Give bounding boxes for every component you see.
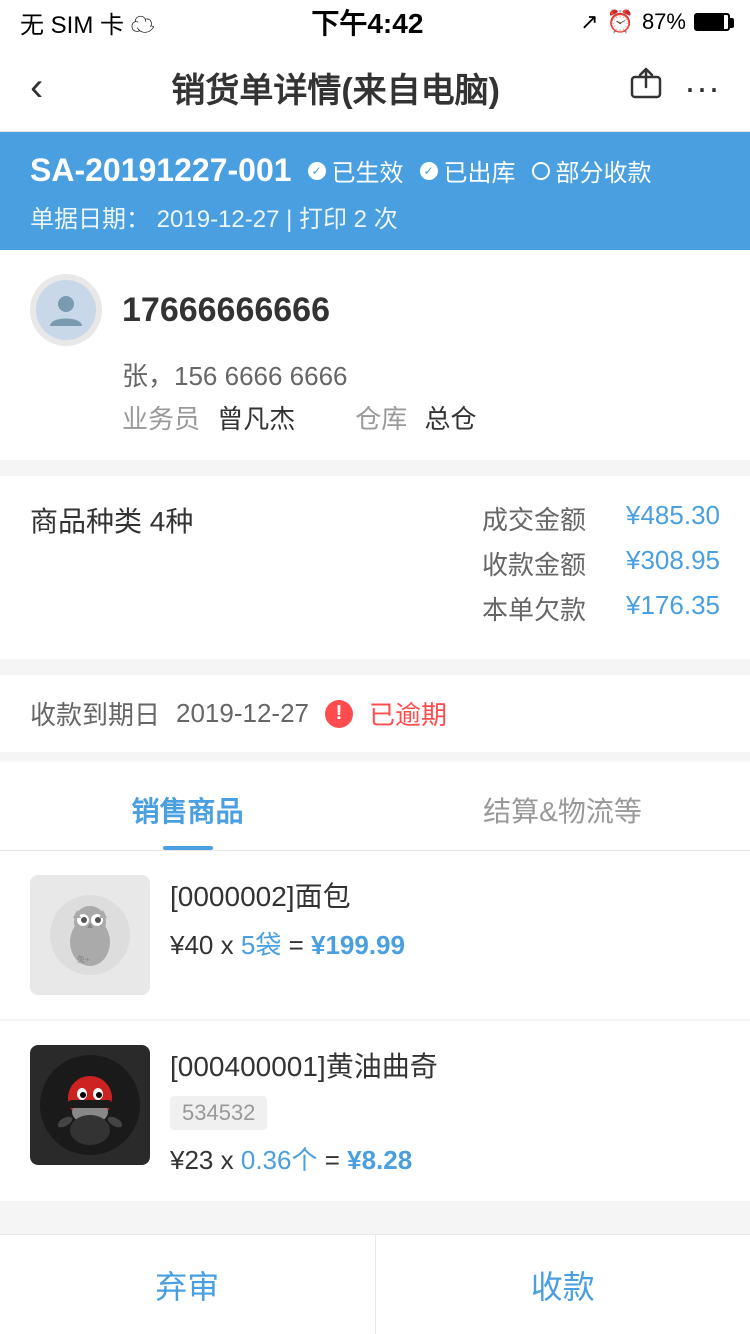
product-tag-2: 534532 (170, 1096, 267, 1130)
product-unit-price-2: ¥23 (170, 1145, 213, 1175)
sales-value: 曾凡杰 (217, 404, 295, 434)
owed-row: 本单欠款 ¥176.35 (482, 590, 720, 627)
status-bar-left: 无 SIM 卡 ☁ (20, 5, 155, 40)
avatar-icon (36, 280, 96, 340)
customer-contact: 张，156 6666 6666 (122, 356, 720, 393)
product-info-2: [000400001]黄油曲奇 534532 ¥23 x 0.36个 = ¥8.… (170, 1045, 720, 1177)
collect-payment-button[interactable]: 收款 (376, 1235, 750, 1334)
product-total-1: ¥199.99 (311, 930, 405, 960)
separator: | (286, 206, 299, 233)
product-image-1: 兔+ (30, 875, 150, 995)
warehouse-value: 总仓 (425, 404, 477, 434)
product-name-1: [0000002]面包 (170, 875, 720, 915)
nav-bar: ‹ 销货单详情(来自电脑) ··· (0, 44, 750, 132)
product-unit-price-1: ¥40 (170, 930, 213, 960)
product-thumbnail-1: 兔+ (30, 875, 150, 995)
product-type-value: 4种 (150, 506, 194, 537)
date-label: 单据日期： (30, 206, 150, 233)
sim-status: 无 SIM 卡 ☁ (20, 5, 155, 40)
table-row: 兔+ [0000002]面包 ¥40 x 5袋 = ¥199.99 (0, 851, 750, 1019)
product-price-2: ¥23 x 0.36个 = ¥8.28 (170, 1140, 720, 1177)
order-date: 2019-12-27 (157, 206, 280, 233)
owed-value: ¥176.35 (626, 590, 720, 627)
overdue-text: 已逾期 (369, 695, 447, 732)
bottom-bar: 弃审 收款 (0, 1234, 750, 1334)
cancel-review-button[interactable]: 弃审 (0, 1235, 376, 1334)
product-list: 兔+ [0000002]面包 ¥40 x 5袋 = ¥199.99 (0, 851, 750, 1201)
product-qty-2: 0.36个 (241, 1145, 318, 1175)
nav-actions: ··· (628, 65, 720, 110)
customer-row: 17666666666 (30, 274, 720, 346)
received-row: 收款金额 ¥308.95 (482, 545, 720, 582)
avatar (30, 274, 102, 346)
battery-icon (694, 13, 730, 31)
amount-row: 成交金额 ¥485.30 (482, 500, 720, 537)
location-icon: ↗ (580, 9, 598, 35)
page-title: 销货单详情(来自电脑) (171, 63, 500, 112)
shipped-icon (420, 162, 438, 180)
amount-value: ¥485.30 (626, 500, 720, 537)
order-date-row: 单据日期： 2019-12-27 | 打印 2 次 (30, 199, 720, 234)
status-shipped: 已出库 (420, 153, 516, 188)
status-bar-time: 下午4:42 (311, 2, 423, 42)
due-date-label: 收款到期日 (30, 695, 160, 732)
received-value: ¥308.95 (626, 545, 720, 582)
customer-section: 17666666666 张，156 6666 6666 业务员 曾凡杰 仓库 总… (0, 250, 750, 460)
product-name-2: [000400001]黄油曲奇 (170, 1045, 720, 1085)
more-button[interactable]: ··· (684, 67, 720, 109)
received-label: 收款金额 (482, 545, 586, 582)
due-date-value: 2019-12-27 (176, 698, 309, 729)
tab-settlement[interactable]: 结算&物流等 (375, 762, 750, 850)
sales-label: 业务员 (122, 404, 200, 434)
product-type-label: 商品种类 (30, 506, 142, 537)
tab-sales-products[interactable]: 销售商品 (0, 762, 375, 850)
customer-phone: 17666666666 (122, 291, 330, 330)
status-bar: 无 SIM 卡 ☁ 下午4:42 ↗ ⏰ 87% (0, 0, 750, 44)
order-status-row: SA-20191227-001 已生效 已出库 部分收款 (30, 152, 720, 189)
summary-section: 商品种类 4种 成交金额 ¥485.30 收款金额 ¥308.95 本单欠款 ¥… (0, 476, 750, 659)
alarm-icon: ⏰ (607, 9, 634, 35)
partial-payment-icon (532, 162, 550, 180)
tabs-bar: 销售商品 结算&物流等 (0, 762, 750, 851)
summary-left: 商品种类 4种 (30, 500, 193, 635)
product-thumbnail-2 (30, 1045, 150, 1165)
product-price-1: ¥40 x 5袋 = ¥199.99 (170, 925, 720, 962)
overdue-icon: ! (325, 700, 353, 728)
print-info: 打印 2 次 (299, 206, 398, 233)
product-qty-1: 5袋 (241, 930, 281, 960)
product-image-2 (30, 1045, 150, 1165)
status-effective: 已生效 (308, 153, 404, 188)
back-button[interactable]: ‹ (30, 65, 43, 110)
table-row: [000400001]黄油曲奇 534532 ¥23 x 0.36个 = ¥8.… (0, 1021, 750, 1201)
warehouse-label: 仓库 (355, 404, 407, 434)
due-date-section: 收款到期日 2019-12-27 ! 已逾期 (0, 675, 750, 752)
battery-status: 87% (642, 9, 686, 35)
order-id: SA-20191227-001 (30, 152, 292, 189)
order-header-band: SA-20191227-001 已生效 已出库 部分收款 单据日期： 2019-… (0, 132, 750, 250)
summary-right: 成交金额 ¥485.30 收款金额 ¥308.95 本单欠款 ¥176.35 (482, 500, 720, 635)
effective-icon (308, 162, 326, 180)
amount-label: 成交金额 (482, 500, 586, 537)
share-button[interactable] (628, 65, 664, 110)
svg-text:兔+: 兔+ (77, 954, 90, 964)
status-bar-right: ↗ ⏰ 87% (580, 9, 730, 35)
status-partial-payment: 部分收款 (532, 153, 652, 188)
customer-meta: 业务员 曾凡杰 仓库 总仓 (122, 399, 720, 436)
product-total-2: ¥8.28 (347, 1145, 412, 1175)
product-info-1: [0000002]面包 ¥40 x 5袋 = ¥199.99 (170, 875, 720, 962)
owed-label: 本单欠款 (482, 590, 586, 627)
